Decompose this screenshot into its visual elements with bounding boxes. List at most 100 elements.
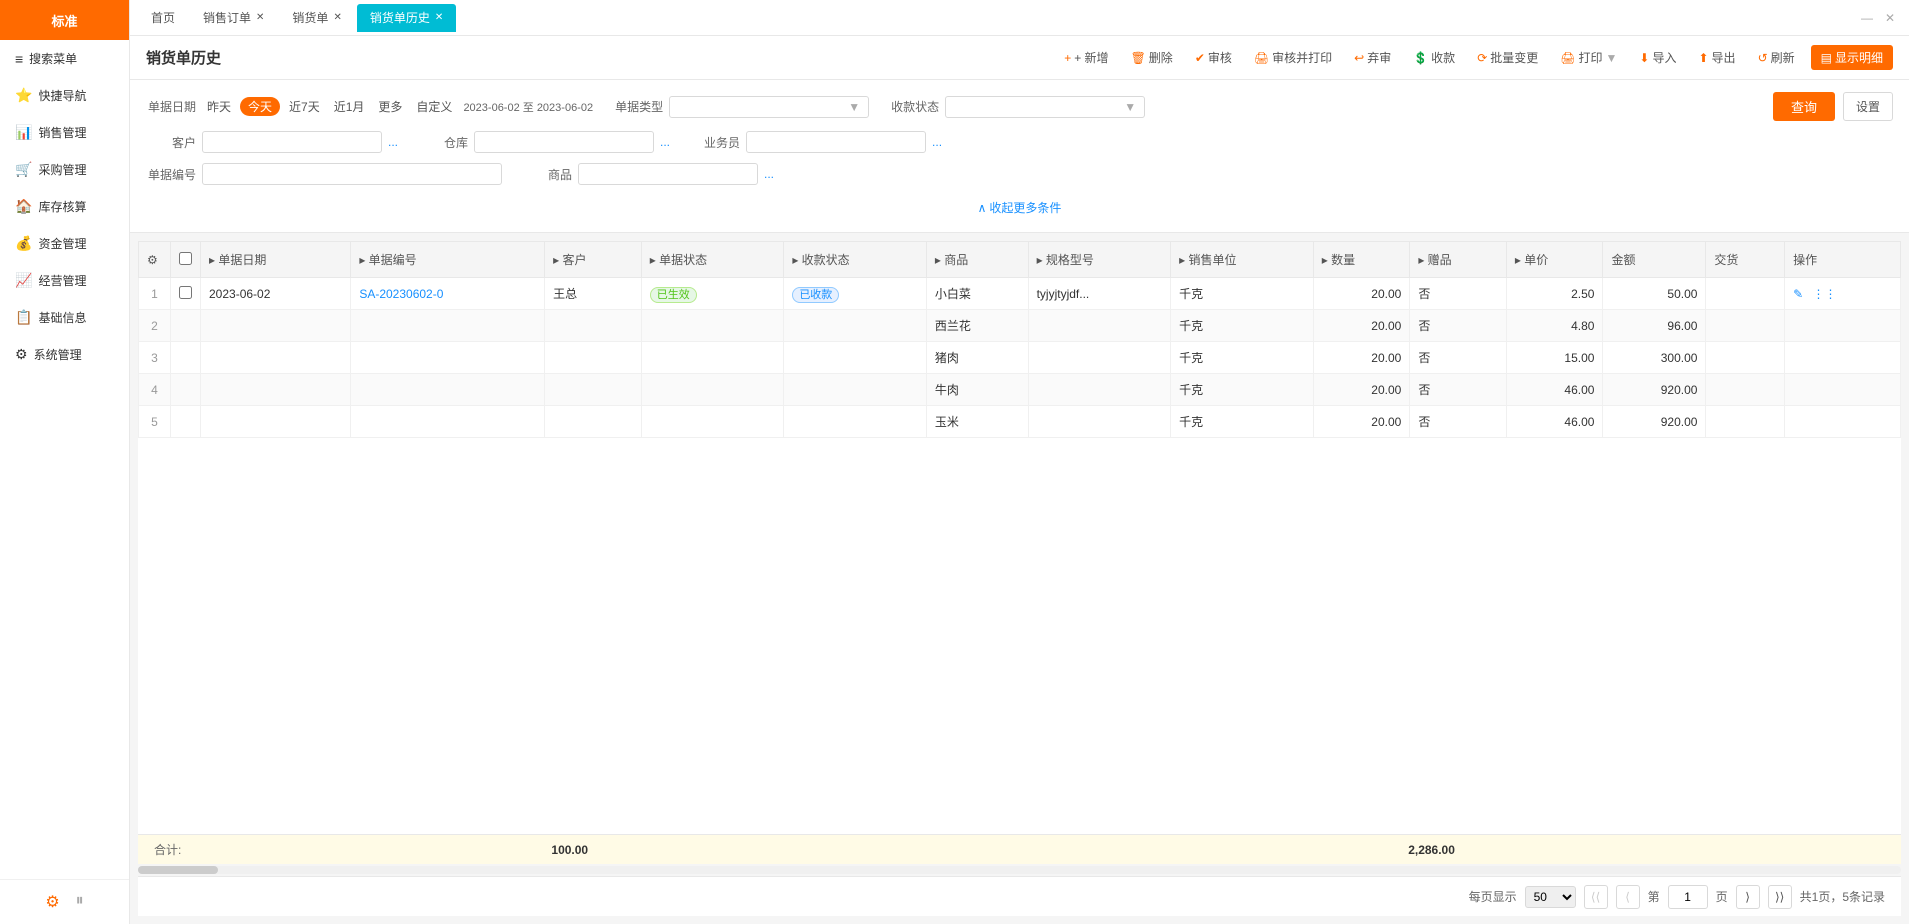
query-button[interactable]: 查询 xyxy=(1773,92,1835,121)
col-spec[interactable]: ▸ 规格型号 xyxy=(1028,242,1171,278)
sidebar-item-search[interactable]: ≡ 搜索菜单 xyxy=(0,40,129,77)
col-goods[interactable]: ▸ 商品 xyxy=(926,242,1028,278)
cell-date xyxy=(201,342,351,374)
page-input[interactable] xyxy=(1668,885,1708,909)
tab-sales-delivery-close[interactable]: ✕ xyxy=(333,12,341,23)
tab-home[interactable]: 首页 xyxy=(138,4,188,32)
col-customer[interactable]: ▸ 客户 xyxy=(545,242,642,278)
customer-input[interactable] xyxy=(202,131,382,153)
discard-button[interactable]: ↩ 弃审 xyxy=(1348,45,1397,70)
audit-label: 审核 xyxy=(1208,49,1232,66)
salesperson-ellipsis[interactable]: ... xyxy=(932,135,942,149)
col-amount[interactable]: 金额 xyxy=(1603,242,1706,278)
doc-type-select[interactable]: ▼ xyxy=(669,96,869,118)
sidebar-item-sales[interactable]: 📊 销售管理 xyxy=(0,114,129,151)
col-doc-status-label: ▸ 单据状态 xyxy=(650,253,707,267)
export-button[interactable]: ⬆ 导出 xyxy=(1692,45,1741,70)
scrollbar-thumb[interactable] xyxy=(138,866,218,874)
row-edit-button[interactable]: ✎ xyxy=(1793,287,1803,301)
col-date[interactable]: ▸ 单据日期 xyxy=(201,242,351,278)
row-checkbox[interactable] xyxy=(179,286,192,299)
cell-check[interactable] xyxy=(171,278,201,310)
table-row: 4 牛肉 千克 20.00 否 46.00 920.00 xyxy=(139,374,1901,406)
tab-sales-order-label: 销售订单 xyxy=(203,9,251,26)
audit-print-button[interactable]: 🖨 审核并打印 xyxy=(1248,45,1338,70)
row-more-button[interactable]: ⋮⋮ xyxy=(1812,287,1836,301)
warehouse-ellipsis[interactable]: ... xyxy=(660,135,670,149)
col-price[interactable]: ▸ 单价 xyxy=(1506,242,1603,278)
cell-docno[interactable]: SA-20230602-0 xyxy=(351,278,545,310)
cell-docno[interactable] xyxy=(351,374,545,406)
warehouse-input[interactable] xyxy=(474,131,654,153)
goods-ellipsis[interactable]: ... xyxy=(764,167,774,181)
audit-button[interactable]: ✔ 审核 xyxy=(1189,45,1238,70)
sidebar-item-finance[interactable]: 💰 资金管理 xyxy=(0,225,129,262)
tab-sales-order[interactable]: 销售订单 ✕ xyxy=(190,4,277,32)
sidebar-item-inventory[interactable]: 🏠 库存核算 xyxy=(0,188,129,225)
tab-sales-order-close[interactable]: ✕ xyxy=(256,12,264,23)
docno-input[interactable] xyxy=(202,163,502,185)
gear-settings-icon[interactable]: ⚙ xyxy=(147,253,158,267)
date-btn-custom[interactable]: 自定义 xyxy=(411,97,457,116)
col-trade[interactable]: 交货 xyxy=(1706,242,1785,278)
sidebar-item-quicknav[interactable]: ⭐ 快捷导航 xyxy=(0,77,129,114)
cell-trade xyxy=(1706,342,1785,374)
col-gear[interactable]: ⚙ xyxy=(139,242,171,278)
print-button[interactable]: 🖨 打印 ▼ xyxy=(1554,45,1623,70)
per-page-select[interactable]: 10 20 50 100 xyxy=(1525,886,1576,908)
sidebar-item-operations[interactable]: 📈 经营管理 xyxy=(0,262,129,299)
cell-goods: 小白菜 xyxy=(926,278,1028,310)
pagination-last-button[interactable]: ⟩⟩ xyxy=(1768,885,1792,909)
sidebar-settings-icon[interactable]: ⚙ xyxy=(45,892,59,912)
sidebar-item-purchase[interactable]: 🛒 采购管理 xyxy=(0,151,129,188)
date-btn-7days[interactable]: 近7天 xyxy=(284,97,325,116)
date-btn-1month[interactable]: 近1月 xyxy=(329,97,370,116)
collapse-more-button[interactable]: ∧ 收起更多条件 xyxy=(146,195,1893,220)
col-docno[interactable]: ▸ 单据编号 xyxy=(351,242,545,278)
date-btn-more[interactable]: 更多 xyxy=(373,97,407,116)
tab-sales-delivery[interactable]: 销货单 ✕ xyxy=(279,4,354,32)
cell-docno[interactable] xyxy=(351,310,545,342)
cell-check[interactable] xyxy=(171,310,201,342)
sidebar-item-base[interactable]: 📋 基础信息 xyxy=(0,299,129,336)
col-qty[interactable]: ▸ 数量 xyxy=(1313,242,1410,278)
tab-sales-history-close[interactable]: ✕ xyxy=(435,12,443,23)
horizontal-scrollbar[interactable] xyxy=(138,866,1901,874)
col-receive-status[interactable]: ▸ 收款状态 xyxy=(784,242,927,278)
tab-sales-history[interactable]: 销货单历史 ✕ xyxy=(357,4,456,32)
salesperson-input[interactable] xyxy=(746,131,926,153)
pagination-next-button[interactable]: ⟩ xyxy=(1736,885,1760,909)
col-gift[interactable]: ▸ 赠品 xyxy=(1410,242,1507,278)
delete-button[interactable]: 🗑 删除 xyxy=(1125,45,1179,70)
col-check[interactable] xyxy=(171,242,201,278)
receive-button[interactable]: 💲 收款 xyxy=(1407,45,1461,70)
pagination-first-button[interactable]: ⟨⟨ xyxy=(1584,885,1608,909)
select-all-checkbox[interactable] xyxy=(179,252,192,265)
receive-status-select[interactable]: ▼ xyxy=(945,96,1145,118)
batch-change-button[interactable]: ⟳ 批量变更 xyxy=(1471,45,1544,70)
cell-docno[interactable] xyxy=(351,406,545,438)
cell-check[interactable] xyxy=(171,342,201,374)
date-btn-yesterday[interactable]: 昨天 xyxy=(202,97,236,116)
date-btn-today[interactable]: 今天 xyxy=(240,97,280,116)
settings-button[interactable]: 设置 xyxy=(1843,92,1893,121)
customer-ellipsis[interactable]: ... xyxy=(388,135,398,149)
cell-check[interactable] xyxy=(171,406,201,438)
refresh-button[interactable]: ↺ 刷新 xyxy=(1752,45,1801,70)
goods-input[interactable] xyxy=(578,163,758,185)
cell-unit: 千克 xyxy=(1171,342,1314,374)
cell-check[interactable] xyxy=(171,374,201,406)
cell-docno[interactable] xyxy=(351,342,545,374)
tab-minimize-icon[interactable]: — xyxy=(1855,11,1879,25)
import-button[interactable]: ⬇ 导入 xyxy=(1633,45,1682,70)
new-button[interactable]: + + 新增 xyxy=(1058,45,1114,70)
display-detail-button[interactable]: ▤ 显示明细 xyxy=(1811,45,1893,70)
audit-print-label: 审核并打印 xyxy=(1272,49,1332,66)
date-label: 单据日期 xyxy=(146,98,196,115)
tab-close-all-icon[interactable]: ✕ xyxy=(1879,11,1901,25)
col-unit[interactable]: ▸ 销售单位 xyxy=(1171,242,1314,278)
col-doc-status[interactable]: ▸ 单据状态 xyxy=(641,242,784,278)
pagination-prev-button[interactable]: ⟨ xyxy=(1616,885,1640,909)
sidebar-collapse-icon[interactable]: ⏸ xyxy=(76,892,84,912)
sidebar-item-system[interactable]: ⚙ 系统管理 xyxy=(0,336,129,373)
